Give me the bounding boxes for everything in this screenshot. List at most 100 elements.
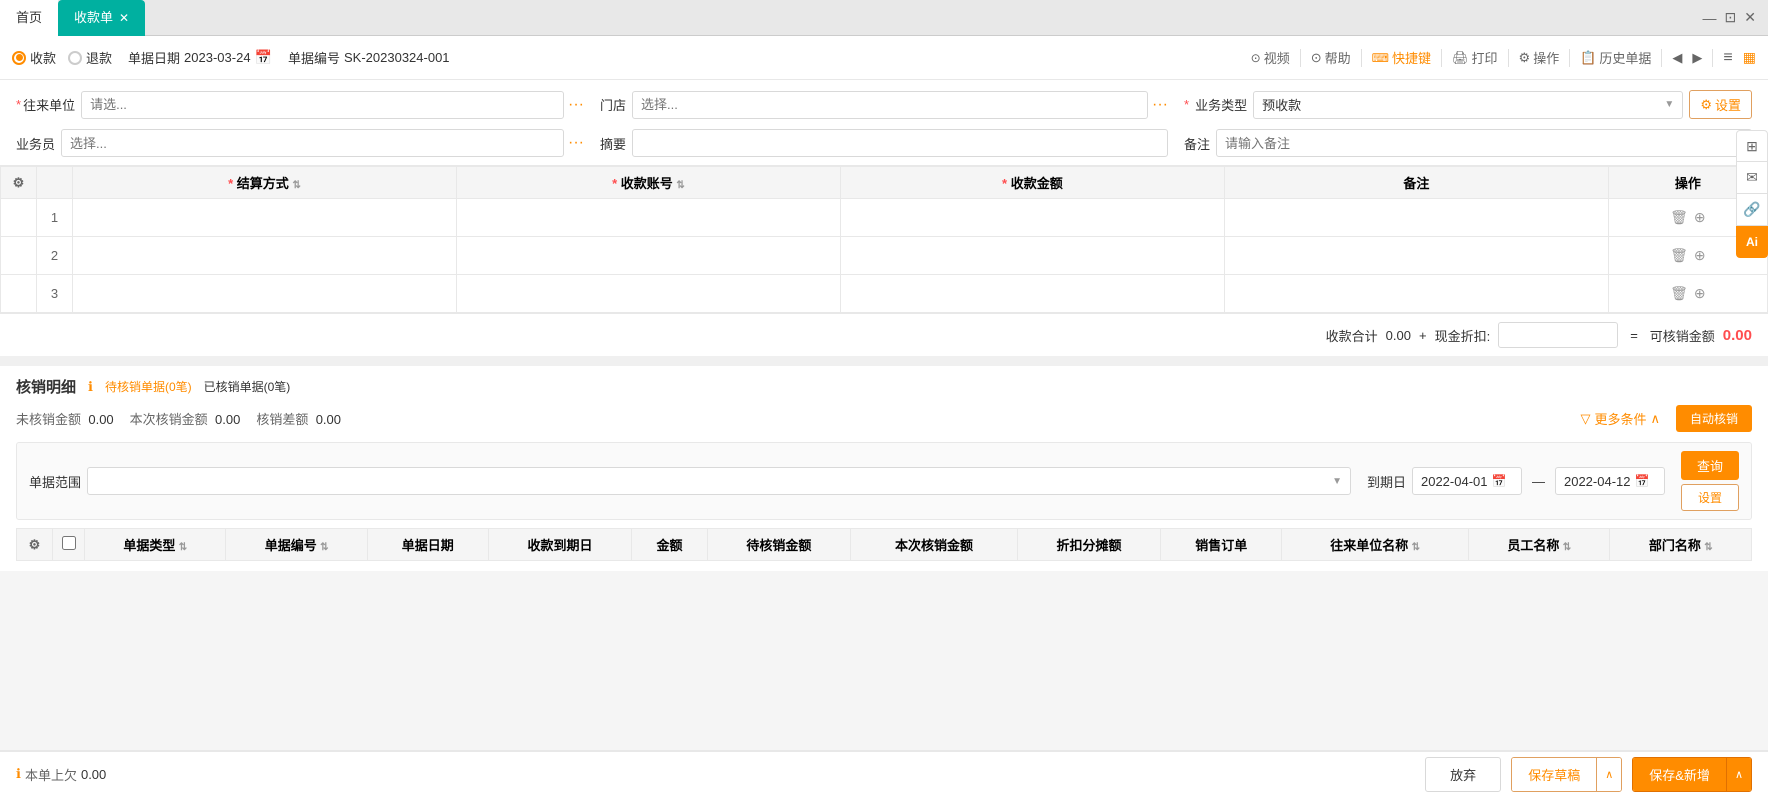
draft-arrow-btn[interactable]: ∧ (1597, 758, 1621, 791)
nav-prev-icon[interactable]: ◀ (1672, 50, 1682, 66)
help-btn[interactable]: ⊙ 帮助 (1311, 48, 1351, 67)
counterparty-input[interactable] (81, 91, 564, 119)
row1-settlement-input[interactable] (73, 199, 456, 236)
table-gear-icon[interactable]: ⚙ (13, 175, 25, 190)
settings-gear-icon: ⚙ (1700, 97, 1712, 113)
writeoff-title-row: 核销明细 ℹ 待核销单据(0笔) 已核销单据(0笔) (16, 376, 1752, 397)
staff-input[interactable] (61, 129, 564, 157)
counterparty-dots-icon[interactable]: ··· (568, 97, 584, 113)
bottom-table-gear-icon[interactable]: ⚙ (29, 537, 41, 552)
main-table: ⚙ * 结算方式 ⇅ * 收款账号 ⇅ * 收款金额 备注 (0, 166, 1768, 313)
collect-total-label: 收款合计 (1326, 326, 1378, 345)
row3-delete-icon[interactable]: 🗑 (1670, 285, 1688, 302)
store-label: 门店 (600, 95, 626, 114)
col-discount: 折扣分摊额 (1056, 538, 1121, 553)
shortcut-btn[interactable]: ⌨ 快捷键 (1372, 48, 1431, 67)
toolbar-number-field: 单据编号 SK-20230324-001 (288, 48, 450, 67)
close-icon[interactable]: ✕ (1744, 9, 1756, 26)
tab-receipt[interactable]: 收款单 ✕ (58, 0, 145, 36)
pending-tab[interactable]: 待核销单据(0笔) (105, 378, 192, 395)
layout-list-icon[interactable]: ≡ (1723, 49, 1732, 67)
row1-delete-icon[interactable]: 🗑 (1670, 209, 1688, 226)
summary-input[interactable] (632, 129, 1168, 157)
writeoff-info-icon[interactable]: ℹ (88, 379, 93, 395)
staff-label: 业务员 (16, 134, 55, 153)
row3-settlement-input[interactable] (73, 275, 456, 312)
filter-settings-btn[interactable]: 设置 (1681, 484, 1739, 511)
store-input[interactable] (632, 91, 1148, 119)
writeoff-section: 核销明细 ℹ 待核销单据(0笔) 已核销单据(0笔) 未核销金额 0.00 本次… (0, 366, 1768, 571)
summary-row: 收款合计 0.00 + 现金折扣: = 可核销金额 0.00 (0, 313, 1768, 356)
col-due-date: 收款到期日 (527, 538, 592, 553)
col-bill-amount: 金额 (656, 538, 682, 553)
row1-remark-input[interactable] (1225, 199, 1608, 236)
done-tab[interactable]: 已核销单据(0笔) (204, 378, 291, 395)
counterparty-label: 往来单位 (23, 95, 75, 114)
more-conditions-btn[interactable]: ▽ 更多条件 ∧ (1580, 409, 1660, 428)
save-arrow-btn[interactable]: ∧ (1727, 758, 1751, 791)
abandon-btn[interactable]: 放弃 (1425, 757, 1501, 792)
expand-icon[interactable]: ⊡ (1725, 9, 1737, 26)
business-type-select[interactable]: 预收款 ▼ (1253, 91, 1683, 119)
row1-account-input[interactable] (457, 199, 840, 236)
range-filter: 单据范围 ▼ (29, 467, 1351, 495)
row1-amount-input[interactable] (841, 199, 1224, 236)
query-btn[interactable]: 查询 (1681, 451, 1739, 480)
row3-account-input[interactable] (457, 275, 840, 312)
save-btn-group: 保存&新增 ∧ (1632, 757, 1752, 792)
draft-btn[interactable]: 保存草稿 (1512, 758, 1597, 791)
print-icon: 🖨 (1452, 50, 1469, 66)
range-select[interactable]: ▼ (87, 467, 1351, 495)
select-all-checkbox[interactable] (62, 536, 76, 550)
tab-home[interactable]: 首页 (0, 0, 58, 36)
sidebar-ai-icon[interactable]: Ai (1736, 226, 1768, 258)
equals-sign: = (1630, 328, 1638, 343)
date-value: 2023-03-24 (184, 50, 251, 65)
collect-total-value: 0.00 (1386, 328, 1411, 343)
col-dept: 部门名称 (1649, 538, 1701, 553)
nav-next-icon[interactable]: ▶ (1692, 50, 1702, 66)
row2-delete-icon[interactable]: 🗑 (1670, 247, 1688, 264)
diff-stat: 核销差额 0.00 (256, 409, 341, 428)
row3-amount-input[interactable] (841, 275, 1224, 312)
row3-copy-icon[interactable]: ⊕ (1694, 285, 1706, 302)
radio-refund[interactable]: 退款 (68, 48, 112, 67)
plus-sign: + (1419, 328, 1427, 343)
store-dots-icon[interactable]: ··· (1152, 96, 1168, 114)
writeoff-stats-row: 未核销金额 0.00 本次核销金额 0.00 核销差额 0.00 ▽ 更多条件 … (16, 405, 1752, 432)
tab-close-icon[interactable]: ✕ (119, 0, 129, 36)
row2-amount-input[interactable] (841, 237, 1224, 274)
date-to-picker[interactable]: 2022-04-12 📅 (1555, 467, 1665, 495)
number-value: SK-20230324-001 (344, 50, 450, 65)
remark-input[interactable] (1216, 129, 1752, 157)
history-btn[interactable]: 📋 历史单据 (1580, 48, 1651, 67)
minimize-icon[interactable]: — (1703, 10, 1717, 26)
date-label: 单据日期 (128, 48, 180, 67)
calendar-to-icon: 📅 (1634, 474, 1649, 488)
save-btn[interactable]: 保存&新增 (1633, 758, 1727, 791)
summary-field: 摘要 (600, 129, 1168, 157)
auto-writeoff-btn[interactable]: 自动核销 (1676, 405, 1752, 432)
row2-settlement-input[interactable] (73, 237, 456, 274)
sidebar-table-icon[interactable]: ⊞ (1736, 130, 1768, 162)
print-btn[interactable]: 🖨 打印 (1452, 48, 1498, 67)
discount-input[interactable] (1498, 322, 1618, 348)
radio-collect[interactable]: 收款 (12, 48, 56, 67)
layout-grid-icon[interactable]: ▦ (1743, 49, 1756, 66)
row2-account-input[interactable] (457, 237, 840, 274)
date-from-picker[interactable]: 2022-04-01 📅 (1412, 467, 1522, 495)
sidebar-email-icon[interactable]: ✉ (1736, 162, 1768, 194)
operations-btn[interactable]: ⚙ 操作 (1519, 48, 1560, 67)
staff-dots-icon[interactable]: ··· (568, 134, 584, 152)
row3-remark-input[interactable] (1225, 275, 1608, 312)
row2-remark-input[interactable] (1225, 237, 1608, 274)
calendar-icon[interactable]: 📅 (255, 49, 272, 66)
netamount-label: 可核销金额 (1650, 326, 1715, 345)
video-btn[interactable]: ⊙ 视频 (1251, 48, 1290, 67)
row1-copy-icon[interactable]: ⊕ (1694, 209, 1706, 226)
sidebar-link-icon[interactable]: 🔗 (1736, 194, 1768, 226)
row2-copy-icon[interactable]: ⊕ (1694, 247, 1706, 264)
settings-button[interactable]: ⚙ 设置 (1689, 90, 1752, 119)
col-sales-order: 销售订单 (1195, 538, 1247, 553)
col-actions: 操作 (1675, 176, 1701, 191)
